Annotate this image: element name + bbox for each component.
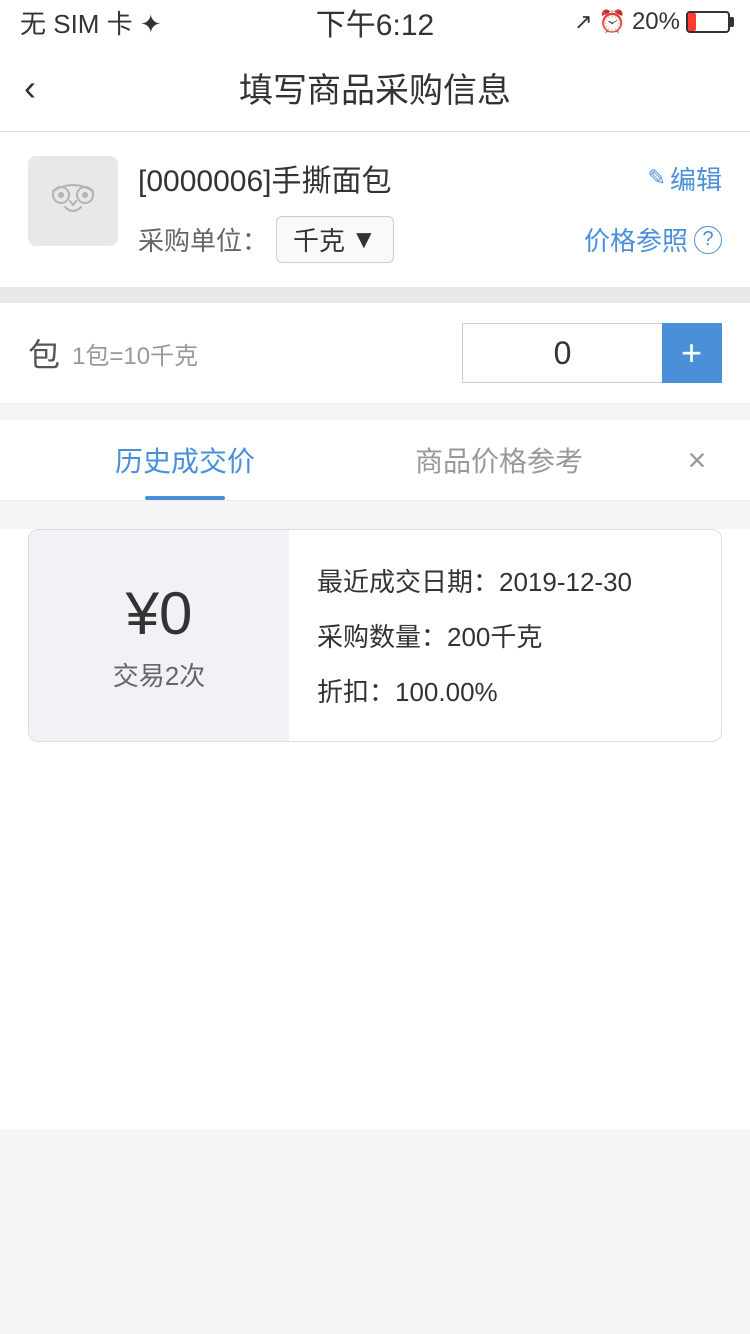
sub-unit-label: 1包=10千克 bbox=[72, 336, 198, 371]
unit-dropdown[interactable]: 千克 ▼ bbox=[276, 216, 394, 263]
dropdown-arrow-icon: ▼ bbox=[351, 224, 377, 255]
product-thumbnail bbox=[28, 156, 118, 246]
product-logo-icon bbox=[43, 171, 103, 231]
edit-label: 编辑 bbox=[670, 160, 722, 197]
discount-label: 折扣： bbox=[317, 677, 395, 707]
price-card: ¥0 交易2次 最近成交日期：2019-12-30 采购数量：200千克 折扣：… bbox=[28, 529, 722, 742]
status-time: 下午6:12 bbox=[316, 0, 434, 44]
product-name: [0000006]手撕面包 bbox=[138, 156, 391, 200]
price-ref-label: 价格参照 bbox=[584, 221, 688, 258]
purchase-qty-value: 200千克 bbox=[447, 622, 542, 652]
product-section: [0000006]手撕面包 ✎ 编辑 采购单位： 千克 ▼ 价格参照 ? bbox=[0, 132, 750, 287]
alarm-icon: ⏰ bbox=[599, 9, 626, 35]
purchase-qty-label: 采购数量： bbox=[317, 622, 447, 652]
battery-fill bbox=[688, 13, 696, 31]
back-button[interactable]: ‹ bbox=[24, 67, 36, 109]
section-divider bbox=[0, 287, 750, 303]
price-card-left: ¥0 交易2次 bbox=[29, 530, 289, 741]
edit-link[interactable]: ✎ 编辑 bbox=[648, 160, 722, 197]
quantity-label: 包 1包=10千克 bbox=[28, 330, 198, 376]
battery-percent: 20% bbox=[632, 8, 680, 36]
edit-icon: ✎ bbox=[648, 165, 666, 191]
price-ref-link[interactable]: 价格参照 ? bbox=[584, 221, 722, 258]
price-card-right: 最近成交日期：2019-12-30 采购数量：200千克 折扣：100.00% bbox=[289, 530, 721, 741]
recent-date-row: 最近成交日期：2019-12-30 bbox=[317, 562, 693, 599]
discount-value: 100.00% bbox=[395, 677, 498, 707]
tab-history-price-label: 历史成交价 bbox=[115, 440, 255, 480]
quantity-input-row: + bbox=[462, 323, 722, 383]
tabs-header: 历史成交价 商品价格参考 × bbox=[0, 420, 750, 500]
tab-underline bbox=[145, 496, 225, 500]
purchase-qty-row: 采购数量：200千克 bbox=[317, 617, 693, 654]
location-icon: ↗ bbox=[574, 9, 592, 35]
unit-value: 千克 bbox=[293, 221, 345, 258]
tabs-container: 历史成交价 商品价格参考 × bbox=[0, 420, 750, 501]
battery-indicator bbox=[686, 11, 730, 33]
unit-icon: 包 bbox=[28, 330, 60, 376]
close-button[interactable]: × bbox=[672, 435, 722, 485]
status-bar: 无 SIM 卡 ✦ 下午6:12 ↗ ⏰ 20% bbox=[0, 0, 750, 44]
status-left: 无 SIM 卡 ✦ bbox=[20, 4, 162, 41]
sim-status: 无 SIM 卡 ✦ bbox=[20, 4, 162, 41]
price-amount: ¥0 bbox=[126, 579, 193, 648]
nav-bar: ‹ 填写商品采购信息 bbox=[0, 44, 750, 132]
price-times: 交易2次 bbox=[113, 656, 205, 693]
purchase-unit-label: 采购单位： 千克 ▼ bbox=[138, 216, 394, 263]
question-icon: ? bbox=[694, 226, 722, 254]
quantity-input[interactable] bbox=[462, 323, 662, 383]
page-title: 填写商品采购信息 bbox=[239, 63, 511, 112]
body-area: ¥0 交易2次 最近成交日期：2019-12-30 采购数量：200千克 折扣：… bbox=[0, 529, 750, 1129]
discount-row: 折扣：100.00% bbox=[317, 672, 693, 709]
quantity-plus-button[interactable]: + bbox=[662, 323, 722, 383]
tab-product-price-ref[interactable]: 商品价格参考 bbox=[342, 420, 656, 500]
tab-product-price-ref-label: 商品价格参考 bbox=[415, 440, 583, 480]
quantity-section: 包 1包=10千克 + bbox=[0, 303, 750, 404]
tab-history-price[interactable]: 历史成交价 bbox=[28, 420, 342, 500]
recent-date-value: 2019-12-30 bbox=[499, 567, 632, 597]
status-right: ↗ ⏰ 20% bbox=[574, 8, 730, 36]
recent-date-label: 最近成交日期： bbox=[317, 567, 499, 597]
product-info: [0000006]手撕面包 ✎ 编辑 采购单位： 千克 ▼ 价格参照 ? bbox=[138, 156, 722, 263]
